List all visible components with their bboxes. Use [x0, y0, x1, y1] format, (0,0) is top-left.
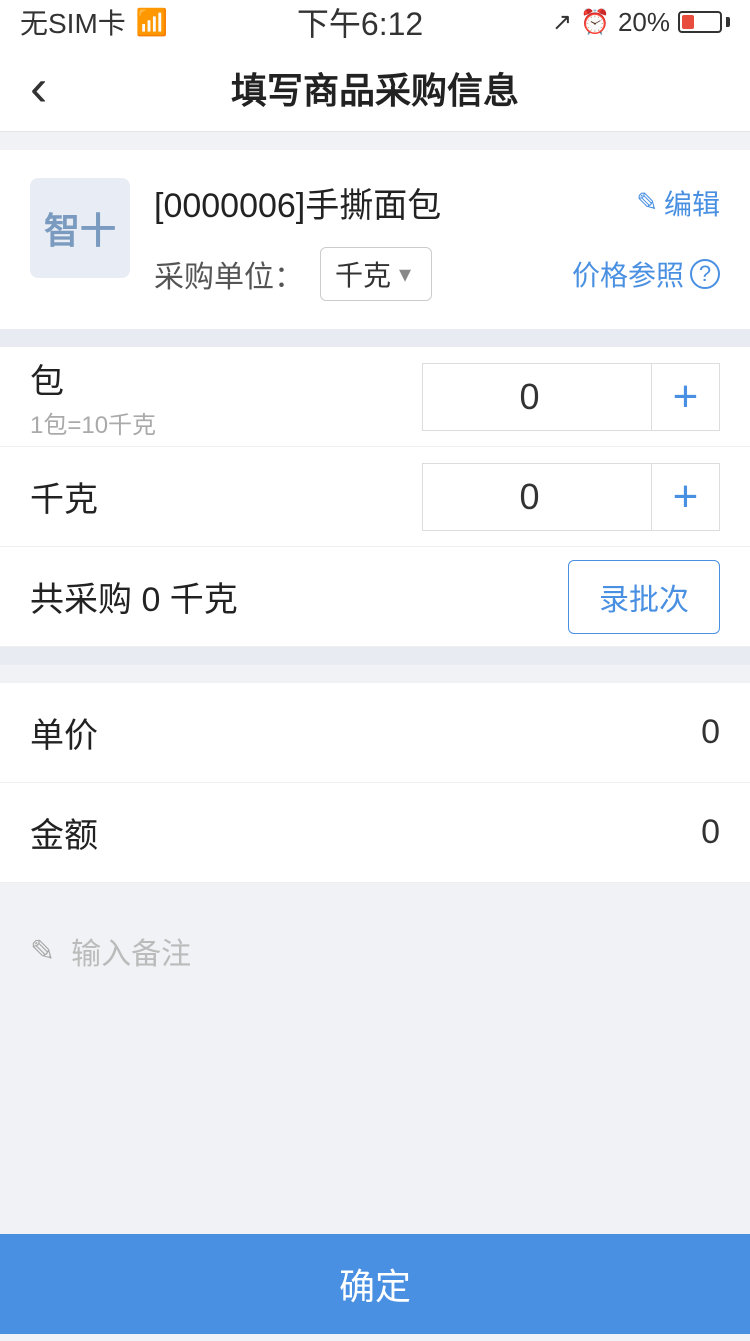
help-icon: ? [690, 259, 720, 289]
nav-bar: ‹ 填写商品采购信息 [0, 44, 750, 132]
amount-value: 0 [701, 813, 720, 852]
remark-section[interactable]: ✎ 输入备注 [0, 901, 750, 1001]
status-icons: ↗ ⏰ 20% [552, 7, 730, 38]
section-divider-1 [0, 329, 750, 347]
kg-controls: + [422, 463, 720, 531]
wifi-icon: 📶 [136, 7, 168, 38]
unit-price-label: 单价 [30, 708, 98, 757]
product-name: [0000006]手撕面包 [154, 178, 441, 227]
batch-record-button[interactable]: 录批次 [568, 560, 720, 634]
alarm-icon: ⏰ [580, 8, 610, 37]
pencil-icon: ✎ [30, 934, 55, 969]
price-reference-link[interactable]: 价格参照 ? [572, 254, 720, 294]
bao-controls: + [422, 363, 720, 431]
carrier-info: 无SIM卡 📶 [20, 2, 168, 42]
product-name-row: [0000006]手撕面包 ✎ 编辑 [154, 178, 720, 227]
back-button[interactable]: ‹ [20, 48, 57, 128]
dropdown-arrow: ▾ [399, 260, 411, 289]
product-card: 智十 [0000006]手撕面包 ✎ 编辑 采购单位： 千克 ▾ 价格参照 ? [0, 150, 750, 329]
purchase-unit-row: 采购单位： 千克 ▾ 价格参照 ? [154, 247, 720, 301]
amount-label: 金额 [30, 808, 98, 857]
summary-row: 共采购 0 千克 录批次 [0, 547, 750, 647]
unit-text: 千克 [335, 254, 391, 294]
kg-quantity-input[interactable] [422, 463, 652, 531]
remark-placeholder: 输入备注 [71, 929, 191, 973]
bao-sub-label: 1包=10千克 [30, 405, 156, 440]
edit-icon: ✎ [636, 187, 658, 218]
bao-quantity-input[interactable] [422, 363, 652, 431]
battery-icon [678, 11, 730, 33]
carrier-text: 无SIM卡 [20, 2, 126, 42]
quantity-section: 包 1包=10千克 + 千克 + 共采购 0 千克 录批次 [0, 347, 750, 647]
unit-price-value: 0 [701, 713, 720, 752]
battery-percent: 20% [618, 7, 670, 38]
confirm-button[interactable]: 确定 [0, 1234, 750, 1334]
kg-plus-button[interactable]: + [652, 463, 720, 531]
purchase-unit-label: 采购单位： [154, 252, 304, 296]
time-display: 下午6:12 [297, 0, 423, 45]
status-bar: 无SIM卡 📶 下午6:12 ↗ ⏰ 20% [0, 0, 750, 44]
kg-row: 千克 + [0, 447, 750, 547]
product-info: [0000006]手撕面包 ✎ 编辑 采购单位： 千克 ▾ 价格参照 ? [154, 178, 720, 301]
bao-label: 包 1包=10千克 [30, 354, 156, 440]
bao-row: 包 1包=10千克 + [0, 347, 750, 447]
kg-main-label: 千克 [30, 472, 130, 521]
unit-price-row: 单价 0 [0, 683, 750, 783]
bao-main-label: 包 [30, 354, 156, 403]
product-logo: 智十 [30, 178, 130, 278]
location-icon: ↗ [552, 8, 572, 37]
price-section: 单价 0 金额 0 [0, 683, 750, 883]
confirm-button-label: 确定 [339, 1258, 411, 1310]
section-divider-2 [0, 647, 750, 665]
unit-dropdown[interactable]: 千克 ▾ [320, 247, 432, 301]
kg-label: 千克 [30, 472, 130, 521]
amount-row: 金额 0 [0, 783, 750, 883]
total-purchase-text: 共采购 0 千克 [30, 572, 238, 621]
edit-button[interactable]: ✎ 编辑 [636, 183, 720, 223]
page-title: 填写商品采购信息 [231, 62, 519, 114]
bao-plus-button[interactable]: + [652, 363, 720, 431]
